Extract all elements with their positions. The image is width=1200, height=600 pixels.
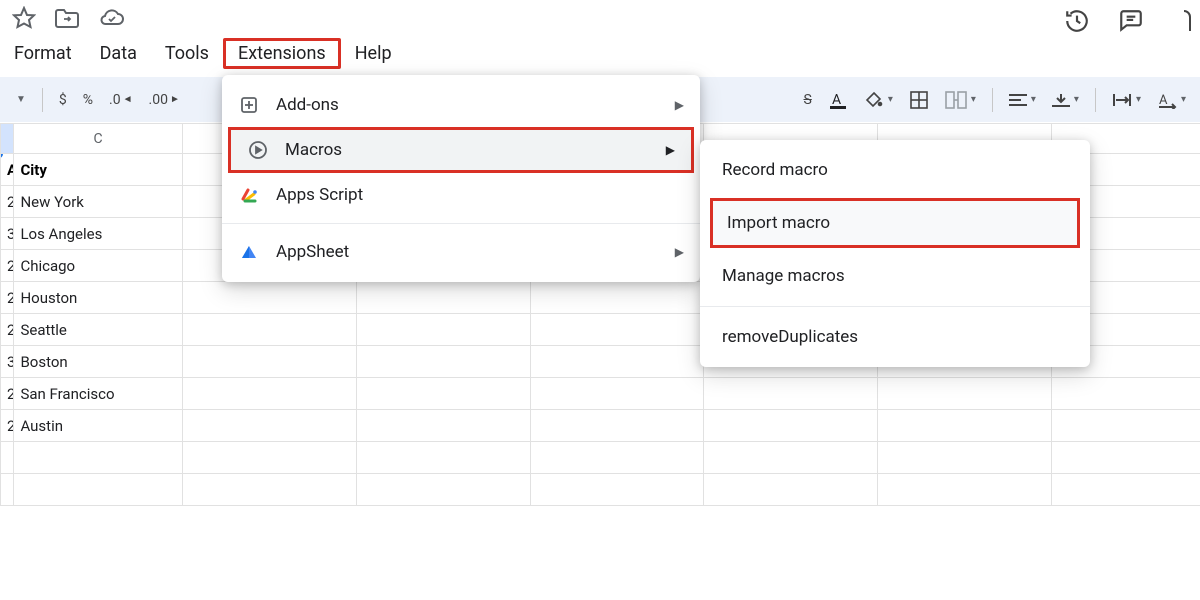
format-currency-button[interactable]: $ — [53, 88, 73, 112]
star-icon[interactable] — [12, 6, 36, 30]
menu-extensions[interactable]: Extensions — [223, 38, 341, 69]
appsheet-icon — [238, 242, 260, 262]
strikethrough-button[interactable]: S — [798, 88, 818, 112]
menu-data[interactable]: Data — [86, 39, 151, 68]
table-row[interactable]: 24Austin — [1, 410, 1200, 442]
decrease-decimal-button[interactable]: .0◄ — [103, 88, 138, 112]
extensions-dropdown: Add-ons ▶ Macros ▶ Apps Script AppSheet … — [222, 75, 700, 282]
col-header-c[interactable]: C — [14, 124, 182, 154]
table-row[interactable]: 27San Francisco — [1, 378, 1200, 410]
addons-icon — [238, 95, 260, 115]
increase-decimal-label: .00 — [149, 92, 168, 108]
text-color-button[interactable]: A — [822, 86, 854, 114]
menu-appsheet[interactable]: AppSheet ▶ — [222, 232, 700, 272]
move-to-drive-icon[interactable] — [54, 7, 80, 29]
comment-icon[interactable] — [1118, 8, 1144, 34]
fill-color-button[interactable]: ▾ — [858, 86, 899, 114]
menu-addons[interactable]: Add-ons ▶ — [222, 85, 700, 125]
submenu-custom-macro[interactable]: removeDuplicates — [700, 313, 1090, 361]
svg-text:A: A — [832, 92, 841, 108]
more-formats-dropdown[interactable]: ▼ — [8, 90, 32, 109]
chevron-right-icon: ▶ — [675, 98, 684, 112]
h-align-button[interactable]: ▾ — [1003, 89, 1042, 111]
separator — [992, 88, 993, 112]
cell-city-header[interactable]: City — [14, 154, 182, 186]
submenu-import-macro[interactable]: Import macro — [710, 198, 1080, 248]
table-row[interactable] — [1, 474, 1200, 506]
submenu-record-macro[interactable]: Record macro — [700, 146, 1090, 194]
separator — [42, 88, 43, 112]
chevron-right-icon: ▶ — [675, 245, 684, 259]
separator — [1095, 88, 1096, 112]
menubar: Format Data Tools Extensions Help — [0, 32, 1200, 77]
col-header-partial[interactable] — [1, 124, 14, 154]
history-icon[interactable] — [1064, 8, 1090, 34]
menu-apps-script[interactable]: Apps Script — [222, 175, 700, 215]
separator — [700, 306, 1090, 307]
share-partial-icon[interactable] — [1172, 8, 1192, 34]
menu-addons-label: Add-ons — [276, 95, 339, 115]
text-rotation-button[interactable]: A▾ — [1151, 87, 1192, 113]
svg-text:A: A — [1159, 93, 1168, 108]
submenu-manage-macros[interactable]: Manage macros — [700, 252, 1090, 300]
menu-apps-script-label: Apps Script — [276, 185, 363, 205]
increase-decimal-button[interactable]: .00► — [143, 88, 186, 112]
v-align-button[interactable]: ▾ — [1046, 88, 1085, 112]
apps-script-icon — [238, 185, 260, 205]
chevron-right-icon: ▶ — [666, 143, 675, 157]
macros-icon — [247, 140, 269, 160]
menu-macros-label: Macros — [285, 140, 342, 160]
menu-appsheet-label: AppSheet — [276, 242, 349, 262]
menu-tools[interactable]: Tools — [151, 39, 223, 68]
menu-macros[interactable]: Macros ▶ — [228, 127, 694, 173]
cloud-saved-icon[interactable] — [98, 8, 126, 28]
titlebar — [0, 0, 1200, 32]
macros-submenu: Record macro Import macro Manage macros … — [700, 140, 1090, 367]
merge-cells-button[interactable]: ▾ — [939, 87, 982, 113]
separator — [222, 223, 700, 224]
table-row[interactable] — [1, 442, 1200, 474]
format-percent-button[interactable]: % — [77, 88, 99, 112]
cell-age-header[interactable]: Age — [1, 154, 14, 186]
menu-help[interactable]: Help — [341, 39, 406, 68]
text-wrap-button[interactable]: ▾ — [1106, 88, 1147, 112]
decrease-decimal-label: .0 — [109, 92, 121, 108]
menu-format[interactable]: Format — [0, 39, 86, 68]
titlebar-right — [1064, 8, 1192, 34]
borders-button[interactable] — [903, 86, 935, 114]
